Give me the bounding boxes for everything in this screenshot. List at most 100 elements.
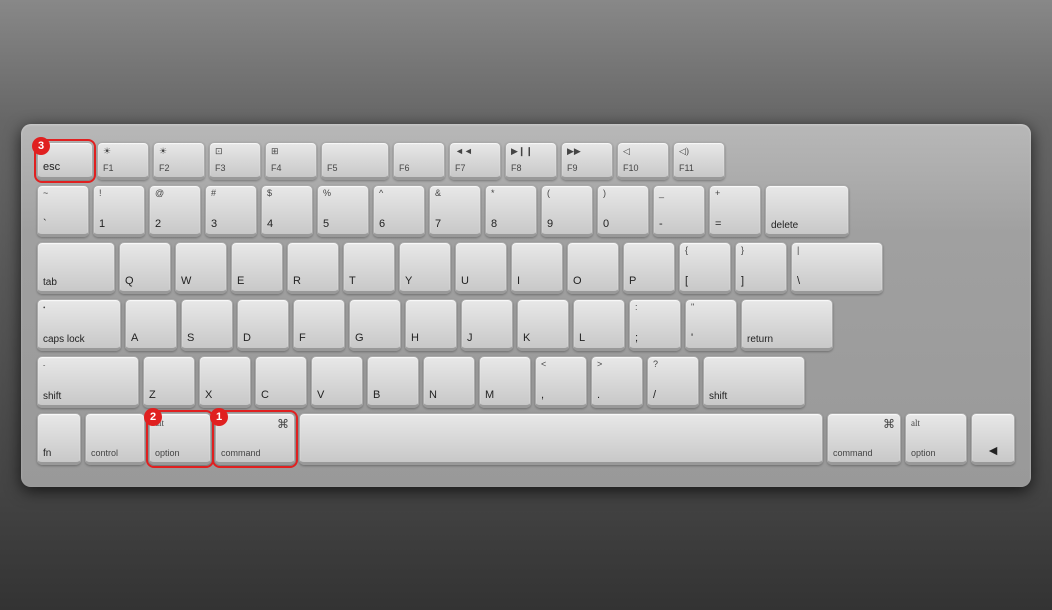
asdf-row: • caps lock A S D F G H J K L : ; " ' (37, 299, 1015, 351)
keyboard-container: 3 esc ☀ F1 ☀ F2 ⊡ F3 ⊞ F4 (0, 0, 1052, 610)
f10-key[interactable]: ◁ F10 (617, 142, 669, 180)
x-key[interactable]: X (199, 356, 251, 408)
f6-label: F6 (399, 164, 410, 174)
return-key[interactable]: return (741, 299, 833, 351)
tilde-key[interactable]: ~ ` (37, 185, 89, 237)
f11-key[interactable]: ◁) F11 (673, 142, 725, 180)
o-key[interactable]: O (567, 242, 619, 294)
comma-key[interactable]: < , (535, 356, 587, 408)
y-key[interactable]: Y (399, 242, 451, 294)
f5-key[interactable]: F5 (321, 142, 389, 180)
0-key[interactable]: ) 0 (597, 185, 649, 237)
spacebar-key[interactable] (299, 413, 823, 465)
zxcv-row: - shift Z X C V B N M < , > . (37, 356, 1015, 408)
l-key[interactable]: L (573, 299, 625, 351)
delete-key[interactable]: delete (765, 185, 849, 237)
bracket-left-key[interactable]: { [ (679, 242, 731, 294)
left-shift-key[interactable]: - shift (37, 356, 139, 408)
t-key[interactable]: T (343, 242, 395, 294)
a-key[interactable]: A (125, 299, 177, 351)
f4-icon: ⊞ (271, 146, 279, 157)
f3-label: F3 (215, 164, 226, 174)
p-key[interactable]: P (623, 242, 675, 294)
n-key[interactable]: N (423, 356, 475, 408)
f7-label: F7 (455, 164, 466, 174)
8-key[interactable]: * 8 (485, 185, 537, 237)
command-key-right[interactable]: ⌘ command (827, 413, 901, 465)
command-label-left: command (221, 449, 261, 459)
f5-label: F5 (327, 164, 338, 174)
f2-icon: ☀ (159, 146, 167, 157)
f3-key[interactable]: ⊡ F3 (209, 142, 261, 180)
option-key-left[interactable]: 2 alt option (149, 413, 211, 465)
w-key[interactable]: W (175, 242, 227, 294)
h-key[interactable]: H (405, 299, 457, 351)
command-key-left[interactable]: 1 ⌘ command (215, 413, 295, 465)
5-key[interactable]: % 5 (317, 185, 369, 237)
backslash-key[interactable]: | \ (791, 242, 883, 294)
bottom-row: fn control 2 alt option 1 ⌘ command (37, 413, 1015, 465)
f9-icon: ▶▶ (567, 146, 581, 157)
s-key[interactable]: S (181, 299, 233, 351)
4-key[interactable]: $ 4 (261, 185, 313, 237)
fn-key[interactable]: fn (37, 413, 81, 465)
v-key[interactable]: V (311, 356, 363, 408)
f-key[interactable]: F (293, 299, 345, 351)
u-key[interactable]: U (455, 242, 507, 294)
c-key[interactable]: C (255, 356, 307, 408)
control-top-label: control (91, 449, 118, 459)
esc-badge: 3 (32, 137, 50, 155)
f11-label: F11 (679, 164, 694, 174)
f9-key[interactable]: ▶▶ F9 (561, 142, 613, 180)
f1-key[interactable]: ☀ F1 (97, 142, 149, 180)
f6-key[interactable]: F6 (393, 142, 445, 180)
slash-key[interactable]: ? / (647, 356, 699, 408)
f7-icon: ◄◄ (455, 146, 473, 156)
r-key[interactable]: R (287, 242, 339, 294)
option-label-right: option (911, 449, 936, 459)
e-key[interactable]: E (231, 242, 283, 294)
i-key[interactable]: I (511, 242, 563, 294)
caps-lock-key[interactable]: • caps lock (37, 299, 121, 351)
j-key[interactable]: J (461, 299, 513, 351)
quote-key[interactable]: " ' (685, 299, 737, 351)
m-key[interactable]: M (479, 356, 531, 408)
minus-key[interactable]: _ - (653, 185, 705, 237)
keyboard-rows: 3 esc ☀ F1 ☀ F2 ⊡ F3 ⊞ F4 (37, 142, 1015, 465)
esc-label: esc (43, 161, 60, 173)
6-key[interactable]: ^ 6 (373, 185, 425, 237)
option-badge: 2 (144, 408, 162, 426)
f10-icon: ◁ (623, 146, 630, 157)
d-key[interactable]: D (237, 299, 289, 351)
tab-key[interactable]: tab (37, 242, 115, 294)
num-row: ~ ` ! 1 @ 2 # 3 $ 4 (37, 185, 1015, 237)
f2-key[interactable]: ☀ F2 (153, 142, 205, 180)
9-key[interactable]: ( 9 (541, 185, 593, 237)
semicolon-key[interactable]: : ; (629, 299, 681, 351)
f8-label: F8 (511, 164, 522, 174)
left-arrow-key[interactable]: ◄ (971, 413, 1015, 465)
3-key[interactable]: # 3 (205, 185, 257, 237)
f1-label: F1 (103, 164, 114, 174)
k-key[interactable]: K (517, 299, 569, 351)
esc-key[interactable]: 3 esc (37, 142, 93, 180)
qwerty-row: tab Q W E R T Y U I O P { [ } ] (37, 242, 1015, 294)
equals-key[interactable]: + = (709, 185, 761, 237)
command-label-right: command (833, 449, 873, 459)
f4-key[interactable]: ⊞ F4 (265, 142, 317, 180)
b-key[interactable]: B (367, 356, 419, 408)
z-key[interactable]: Z (143, 356, 195, 408)
option-key-right[interactable]: alt option (905, 413, 967, 465)
f8-key[interactable]: ▶❙❙ F8 (505, 142, 557, 180)
g-key[interactable]: G (349, 299, 401, 351)
2-key[interactable]: @ 2 (149, 185, 201, 237)
f10-label: F10 (623, 164, 639, 174)
q-key[interactable]: Q (119, 242, 171, 294)
f7-key[interactable]: ◄◄ F7 (449, 142, 501, 180)
bracket-right-key[interactable]: } ] (735, 242, 787, 294)
period-key[interactable]: > . (591, 356, 643, 408)
right-shift-key[interactable]: shift (703, 356, 805, 408)
1-key[interactable]: ! 1 (93, 185, 145, 237)
7-key[interactable]: & 7 (429, 185, 481, 237)
control-key[interactable]: control (85, 413, 145, 465)
